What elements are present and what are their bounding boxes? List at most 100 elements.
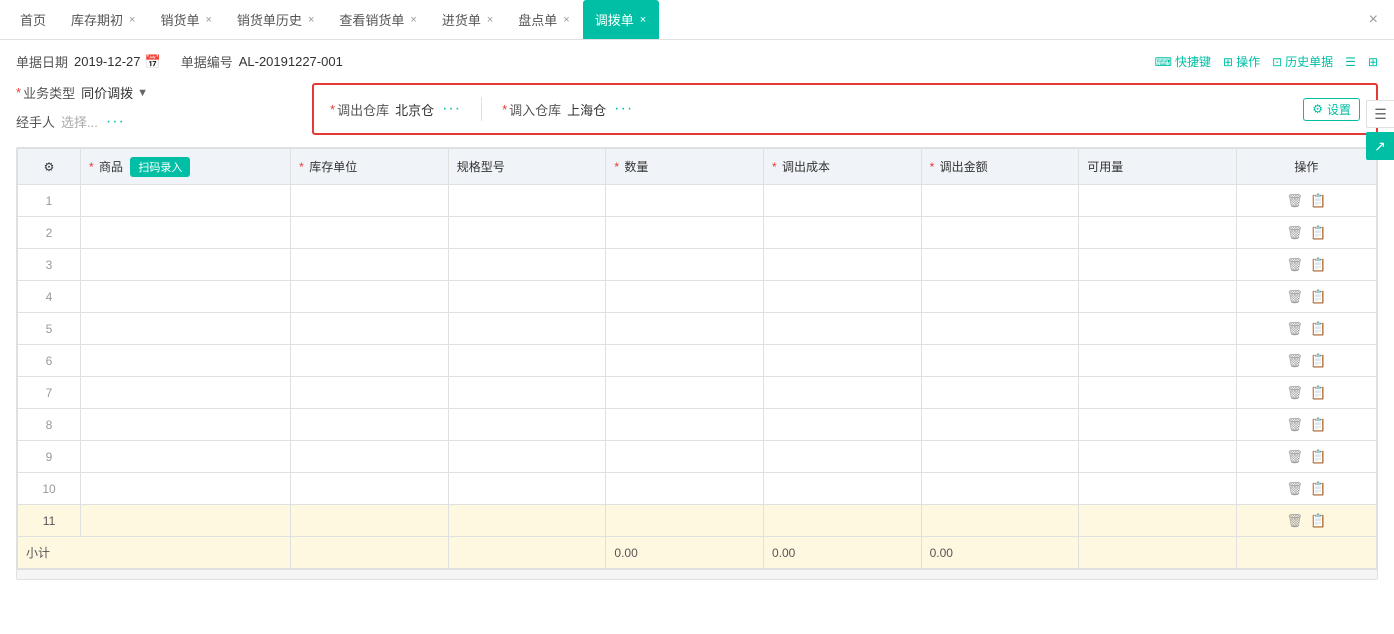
tab-view-sales[interactable]: 查看销货单 × [327, 0, 429, 39]
transfer-in-more-icon[interactable]: ··· [614, 100, 633, 118]
row-spec-9[interactable] [448, 441, 606, 473]
row-available-9[interactable] [1079, 441, 1237, 473]
row-cost-2[interactable] [764, 217, 922, 249]
row-amount-9[interactable] [921, 441, 1079, 473]
row-cost-4[interactable] [764, 281, 922, 313]
row-unit-7[interactable] [291, 377, 449, 409]
row-cost-1[interactable] [764, 185, 922, 217]
delete-icon[interactable]: 🗑 [1286, 257, 1303, 272]
transfer-out-more-icon[interactable]: ··· [442, 100, 461, 118]
subtotal-unit[interactable] [291, 505, 449, 537]
subtotal-cost[interactable] [764, 505, 922, 537]
tab-sales-history[interactable]: 销货单历史 × [225, 0, 327, 39]
row-available-8[interactable] [1079, 409, 1237, 441]
row-quantity-6[interactable] [606, 345, 764, 377]
row-amount-1[interactable] [921, 185, 1079, 217]
tab-sales-order-close[interactable]: × [205, 14, 211, 26]
handler-more-icon[interactable]: ··· [106, 113, 125, 131]
operations-button[interactable]: ⊞ 操作 [1223, 53, 1260, 70]
subtotal-spec[interactable] [448, 505, 606, 537]
tab-sales-history-close[interactable]: × [308, 14, 314, 26]
copy-icon[interactable]: 📋 [1310, 193, 1326, 208]
delete-icon[interactable]: 🗑 [1286, 289, 1303, 304]
row-unit-10[interactable] [291, 473, 449, 505]
row-amount-2[interactable] [921, 217, 1079, 249]
row-amount-6[interactable] [921, 345, 1079, 377]
row-cost-9[interactable] [764, 441, 922, 473]
row-available-10[interactable] [1079, 473, 1237, 505]
row-available-7[interactable] [1079, 377, 1237, 409]
copy-icon[interactable]: 📋 [1310, 449, 1326, 464]
row-cost-10[interactable] [764, 473, 922, 505]
row-goods-5[interactable] [81, 313, 291, 345]
row-quantity-2[interactable] [606, 217, 764, 249]
delete-icon[interactable]: 🗑 [1286, 449, 1303, 464]
handler-value[interactable]: 选择... [61, 112, 98, 131]
row-amount-5[interactable] [921, 313, 1079, 345]
row-quantity-1[interactable] [606, 185, 764, 217]
row-goods-1[interactable] [81, 185, 291, 217]
delete-icon[interactable]: 🗑 [1286, 321, 1303, 336]
sidebar-expand-button[interactable]: ↗ [1366, 132, 1394, 160]
row-unit-8[interactable] [291, 409, 449, 441]
row-quantity-5[interactable] [606, 313, 764, 345]
row-unit-6[interactable] [291, 345, 449, 377]
col-gear[interactable]: ⚙ [18, 149, 81, 185]
window-close-button[interactable]: × [1361, 11, 1386, 29]
row-unit-5[interactable] [291, 313, 449, 345]
tab-purchase-close[interactable]: × [487, 14, 493, 26]
tab-inventory-check-close[interactable]: × [563, 14, 569, 26]
row-spec-6[interactable] [448, 345, 606, 377]
tab-transfer[interactable]: 调拨单 × [583, 0, 659, 39]
tab-purchase[interactable]: 进货单 × [430, 0, 506, 39]
row-cost-5[interactable] [764, 313, 922, 345]
delete-icon[interactable]: 🗑 [1286, 225, 1303, 240]
subtotal-quantity[interactable] [606, 505, 764, 537]
tab-home[interactable]: 首页 [8, 0, 59, 39]
tab-inventory-init-close[interactable]: × [129, 14, 135, 26]
transfer-out-value[interactable]: 北京仓 [395, 100, 434, 119]
row-amount-10[interactable] [921, 473, 1079, 505]
row-available-2[interactable] [1079, 217, 1237, 249]
shortcut-button[interactable]: ⌨ 快捷键 [1155, 53, 1211, 70]
delete-icon[interactable]: 🗑 [1286, 513, 1303, 528]
copy-icon[interactable]: 📋 [1310, 481, 1326, 496]
settings-button[interactable]: ⚙ 设置 [1303, 98, 1360, 121]
delete-icon[interactable]: 🗑 [1286, 481, 1303, 496]
row-quantity-7[interactable] [606, 377, 764, 409]
row-available-6[interactable] [1079, 345, 1237, 377]
row-quantity-10[interactable] [606, 473, 764, 505]
gear-icon[interactable]: ⚙ [44, 160, 55, 174]
row-amount-7[interactable] [921, 377, 1079, 409]
copy-icon[interactable]: 📋 [1310, 257, 1326, 272]
tab-inventory-check[interactable]: 盘点单 × [506, 0, 582, 39]
row-unit-2[interactable] [291, 217, 449, 249]
row-quantity-4[interactable] [606, 281, 764, 313]
row-goods-2[interactable] [81, 217, 291, 249]
row-spec-4[interactable] [448, 281, 606, 313]
row-goods-9[interactable] [81, 441, 291, 473]
row-amount-4[interactable] [921, 281, 1079, 313]
copy-icon[interactable]: 📋 [1310, 321, 1326, 336]
copy-icon[interactable]: 📋 [1310, 353, 1326, 368]
row-spec-10[interactable] [448, 473, 606, 505]
business-type-dropdown-icon[interactable]: ▼ [137, 87, 148, 99]
row-unit-9[interactable] [291, 441, 449, 473]
row-cost-3[interactable] [764, 249, 922, 281]
row-spec-2[interactable] [448, 217, 606, 249]
row-available-3[interactable] [1079, 249, 1237, 281]
business-type-value[interactable]: 同价调拨 [81, 83, 133, 102]
subtotal-amount[interactable] [921, 505, 1079, 537]
subtotal-goods[interactable] [81, 505, 291, 537]
scroll-bar[interactable] [17, 569, 1377, 579]
copy-icon[interactable]: 📋 [1310, 225, 1326, 240]
tab-sales-order[interactable]: 销货单 × [148, 0, 224, 39]
row-available-1[interactable] [1079, 185, 1237, 217]
row-unit-1[interactable] [291, 185, 449, 217]
row-quantity-3[interactable] [606, 249, 764, 281]
subtotal-available[interactable] [1079, 505, 1237, 537]
row-unit-4[interactable] [291, 281, 449, 313]
row-goods-8[interactable] [81, 409, 291, 441]
row-amount-3[interactable] [921, 249, 1079, 281]
view-toggle-grid[interactable]: ⊞ [1368, 55, 1378, 69]
